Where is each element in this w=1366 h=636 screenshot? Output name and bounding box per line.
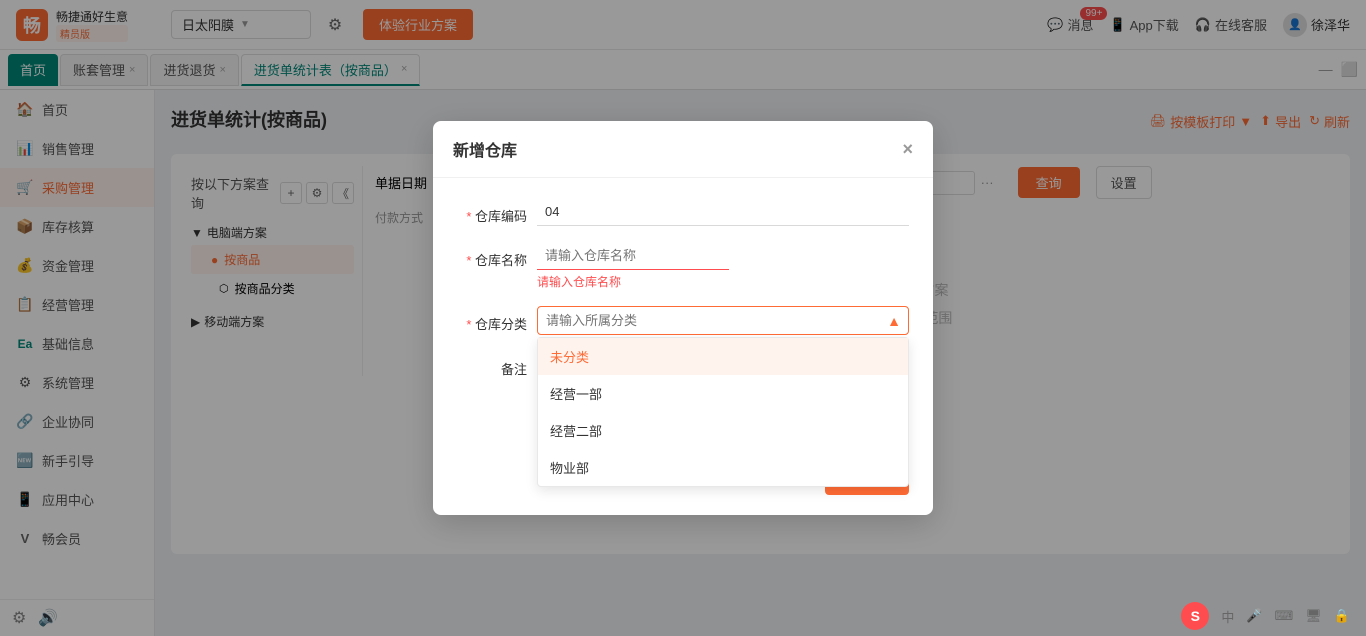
footer-lock-icon[interactable]: 🔒 — [1334, 608, 1350, 624]
warehouse-notes-label: 备注 — [457, 351, 537, 378]
warehouse-code-input[interactable] — [537, 198, 909, 226]
dropdown-item-unclassified[interactable]: 未分类 — [538, 338, 908, 375]
category-select-input[interactable] — [537, 306, 909, 335]
app-footer: S 中 🎤 ⌨ 🖥 🔒 — [1165, 596, 1366, 636]
dropdown-item-dept1[interactable]: 经营一部 — [538, 375, 908, 412]
warehouse-name-input[interactable] — [537, 242, 729, 270]
warehouse-category-label: 仓库分类 — [457, 306, 537, 333]
category-select-wrap: ▲ 未分类 经营一部 经营二部 物业部 — [537, 306, 909, 335]
category-select-arrow[interactable]: ▲ — [887, 313, 901, 329]
new-warehouse-modal: 新增仓库 × 仓库编码 仓库名称 请输入仓库名称 仓库分类 — [433, 121, 933, 515]
modal-header: 新增仓库 × — [433, 121, 933, 178]
modal-body: 仓库编码 仓库名称 请输入仓库名称 仓库分类 ▲ — [433, 178, 933, 447]
warehouse-name-error: 请输入仓库名称 — [537, 273, 621, 290]
footer-keyboard-icon[interactable]: ⌨ — [1275, 608, 1294, 624]
footer-display-icon[interactable]: 🖥 — [1305, 608, 1322, 624]
dropdown-item-property[interactable]: 物业部 — [538, 449, 908, 486]
footer-lang-icon[interactable]: 中 — [1221, 607, 1234, 626]
modal-close-button[interactable]: × — [902, 139, 913, 160]
footer-mic-icon[interactable]: 🎤 — [1246, 608, 1262, 624]
modal-title: 新增仓库 — [453, 137, 517, 161]
footer-logo: S — [1181, 602, 1209, 630]
category-dropdown: 未分类 经营一部 经营二部 物业部 — [537, 337, 909, 487]
warehouse-name-label: 仓库名称 — [457, 242, 537, 269]
warehouse-code-field: 仓库编码 — [457, 198, 909, 226]
dropdown-item-dept2[interactable]: 经营二部 — [538, 412, 908, 449]
modal-overlay: 新增仓库 × 仓库编码 仓库名称 请输入仓库名称 仓库分类 — [0, 0, 1366, 636]
warehouse-category-field: 仓库分类 ▲ 未分类 经营一部 经营二部 物业部 — [457, 306, 909, 335]
warehouse-name-field: 仓库名称 请输入仓库名称 — [457, 242, 909, 290]
warehouse-code-label: 仓库编码 — [457, 198, 537, 225]
